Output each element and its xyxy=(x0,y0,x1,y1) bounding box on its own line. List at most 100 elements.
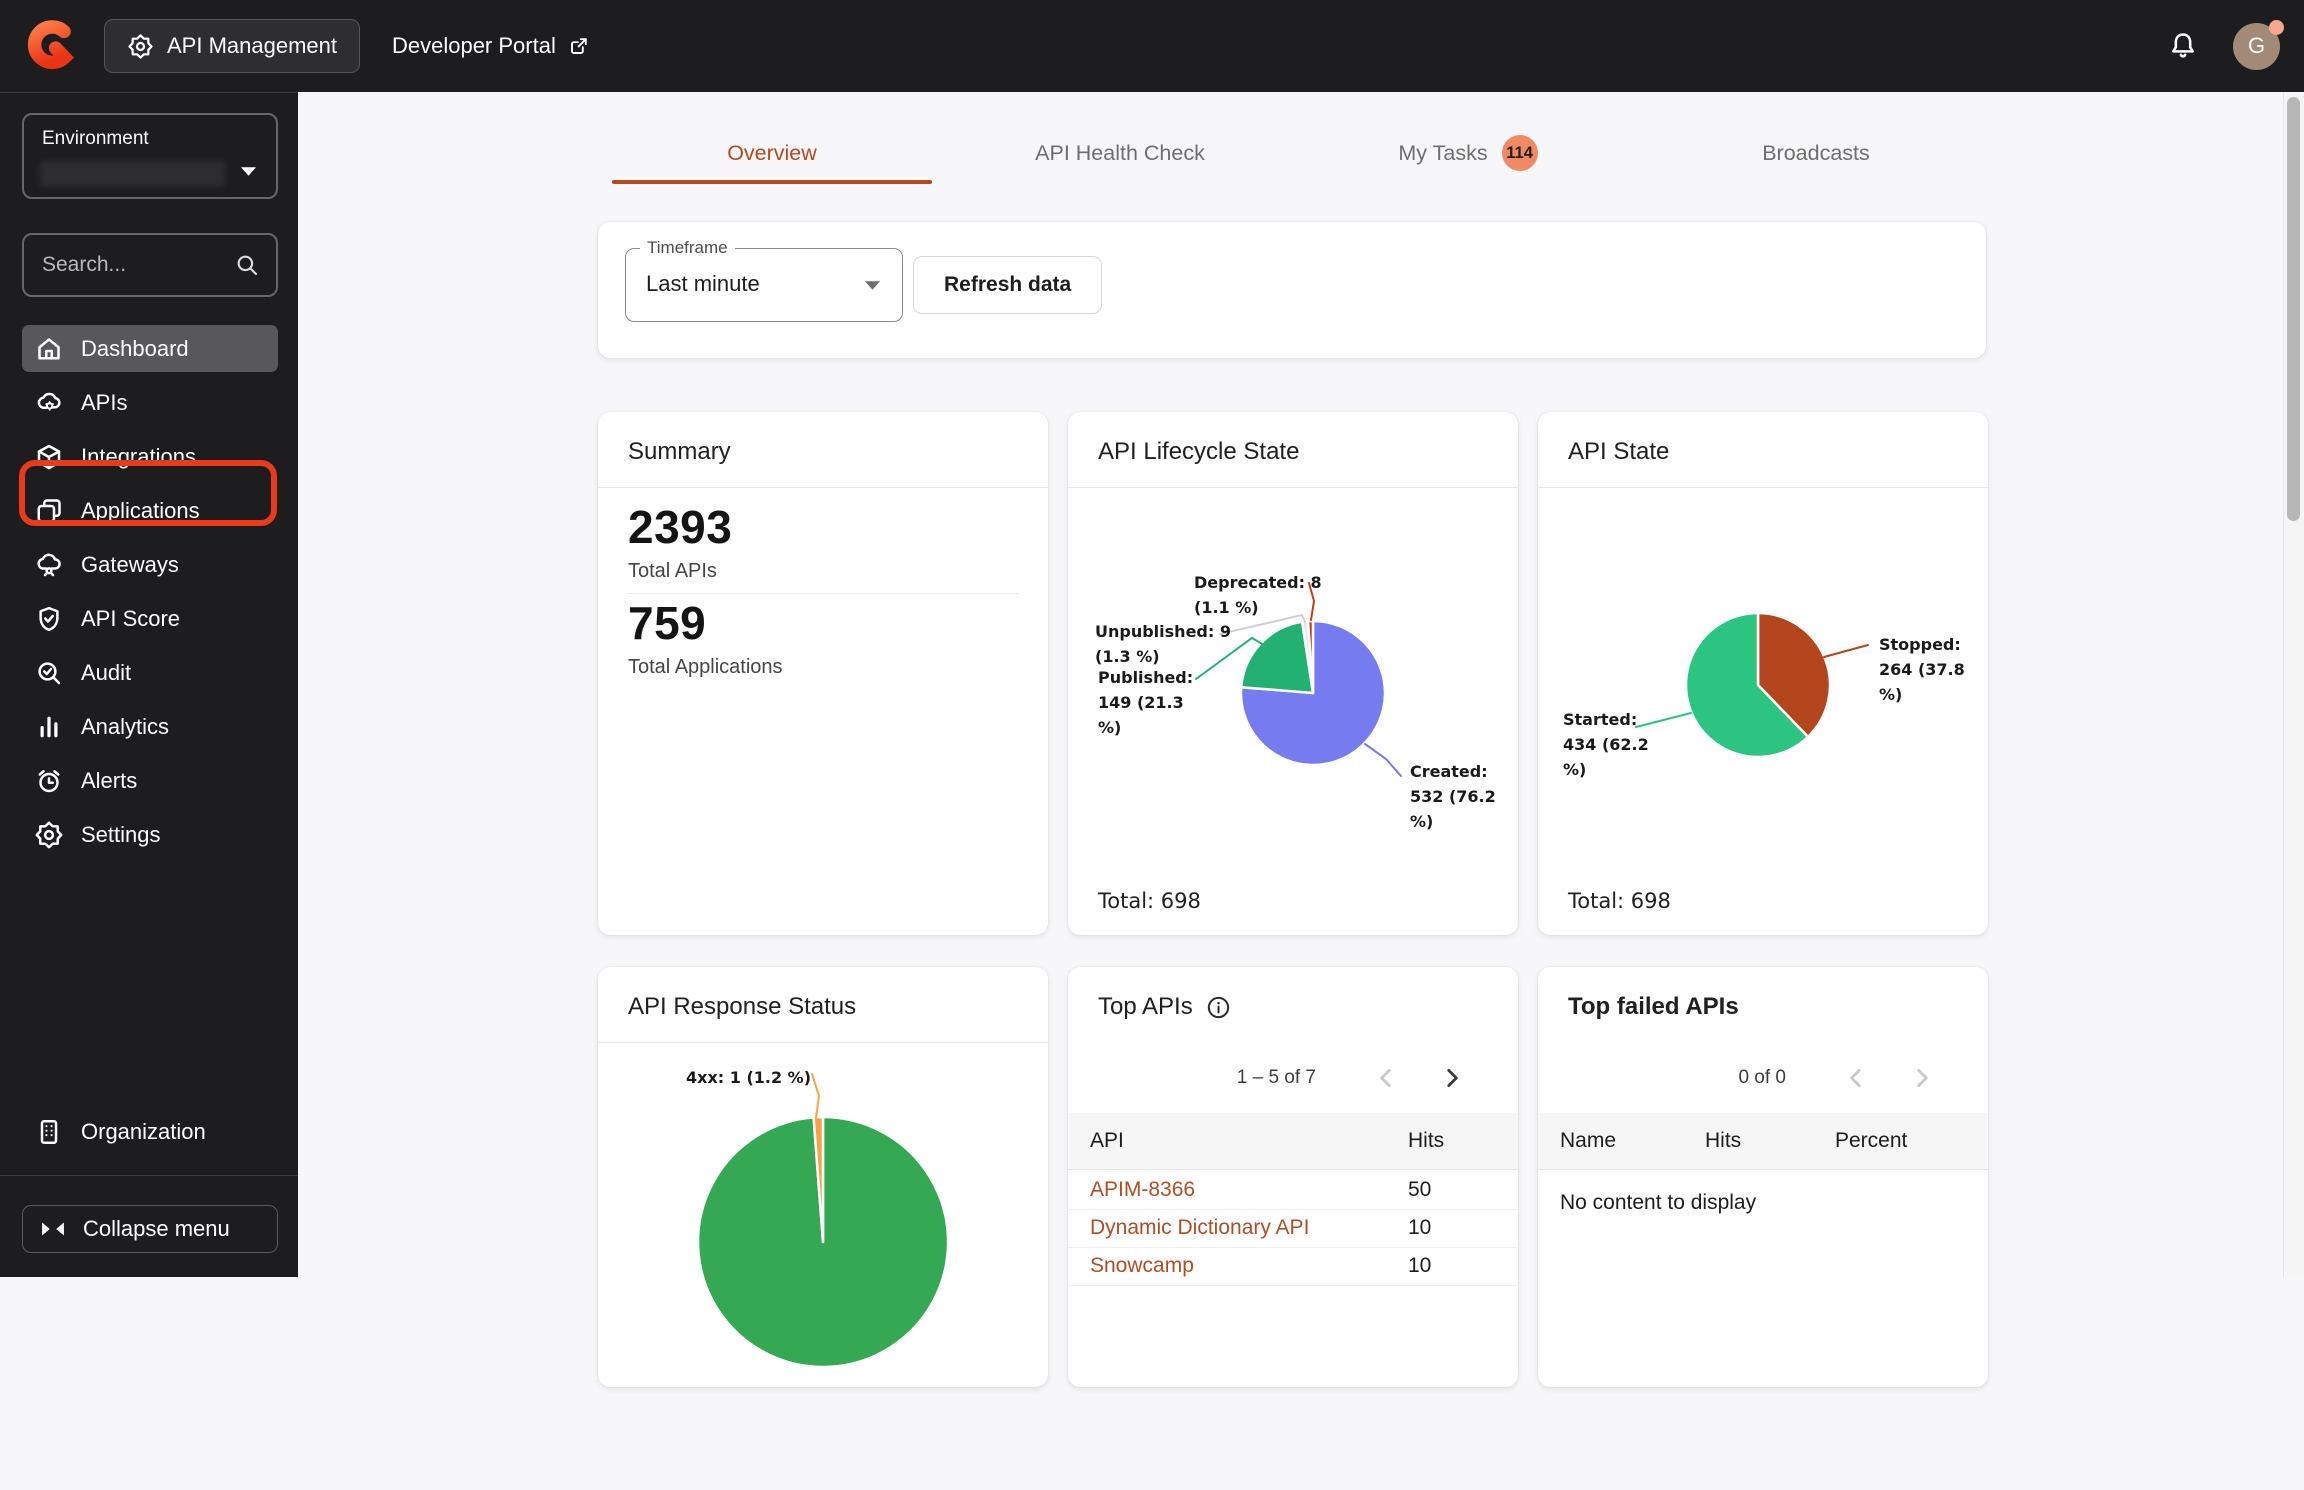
tab-bar: Overview API Health Check My Tasks 114 Broad… xyxy=(598,122,1990,184)
pagination-next-button[interactable] xyxy=(1430,1056,1474,1100)
divider xyxy=(628,593,1018,594)
api-link[interactable]: APIM-8366 xyxy=(1090,1171,1195,1209)
top-apis-paginator: 1 – 5 of 7 xyxy=(1068,1043,1518,1114)
tab-badge: 114 xyxy=(1501,135,1538,171)
api-response-status-card: API Response Status 4xx: 1 (1.2 %) xyxy=(598,967,1048,1387)
total-applications-value: 759 xyxy=(628,597,707,649)
search-check-icon xyxy=(34,658,64,688)
pie-label-unpublished: Unpublished: 9 (1.3 %) xyxy=(1095,622,1231,666)
developer-portal-label: Developer Portal xyxy=(391,33,556,58)
home-icon xyxy=(34,334,64,364)
bar-chart-icon xyxy=(34,712,64,742)
api-state-card: API State Stopped: 264 (37.8 %) Started: … xyxy=(1538,412,1988,935)
pagination-prev-button[interactable] xyxy=(1364,1056,1408,1100)
top-failed-table-header: Name Hits Percent xyxy=(1538,1113,1988,1170)
hits-value: 10 xyxy=(1408,1216,1432,1239)
top-apis-card: Top APIs 1 – 5 of 7 API Hits APIM-8366 5… xyxy=(1068,967,1518,1387)
scrollbar-thumb[interactable] xyxy=(2287,97,2300,521)
response-pie-body: 4xx: 1 (1.2 %) xyxy=(598,1040,1048,1387)
leader-line-created xyxy=(1364,743,1402,777)
divider xyxy=(598,487,1048,488)
collapse-menu-button[interactable]: Collapse menu xyxy=(22,1205,278,1253)
sidebar-item-label: Dashboard xyxy=(81,335,189,361)
sidebar-item-label: API Score xyxy=(81,605,181,631)
sidebar-nav: Dashboard APIs Integrations Applications Gat… xyxy=(22,325,278,865)
top-apis-title: Top APIs xyxy=(1098,993,1193,1020)
total-apis-value: 2393 xyxy=(628,501,733,553)
info-icon[interactable] xyxy=(1205,994,1232,1021)
pie-label-published: Published: 149 (21.3 %) xyxy=(1098,668,1194,737)
pagination-range: 1 – 5 of 7 xyxy=(1236,1067,1316,1088)
sidebar-item-settings[interactable]: Settings xyxy=(22,811,278,858)
tab-overview[interactable]: Overview xyxy=(598,122,946,184)
tab-label: API Health Check xyxy=(1035,140,1205,165)
environment-select[interactable]: Environment xyxy=(22,113,278,199)
refresh-data-button[interactable]: Refresh data xyxy=(913,256,1103,314)
sidebar-item-label: APIs xyxy=(81,389,128,415)
api-link[interactable]: Dynamic Dictionary API xyxy=(1090,1209,1309,1247)
sidebar-item-audit[interactable]: Audit xyxy=(22,649,278,696)
sidebar-item-apis[interactable]: APIs xyxy=(22,379,278,426)
top-failed-paginator: 0 of 0 xyxy=(1538,1043,1988,1114)
state-title: API State xyxy=(1568,438,1670,465)
tab-label: Overview xyxy=(727,140,817,165)
topbar: API Management Developer Portal G xyxy=(0,0,2304,92)
building-icon xyxy=(34,1117,64,1147)
caret-down-icon xyxy=(865,281,880,290)
lifecycle-total: Total: 698 xyxy=(1098,889,1201,913)
developer-portal-link[interactable]: Developer Portal xyxy=(392,33,591,59)
state-total: Total: 698 xyxy=(1568,889,1671,913)
pie-label-started: Started: 434 (62.2 %) xyxy=(1563,710,1649,779)
table-row: APIM-8366 50 xyxy=(1068,1171,1518,1210)
collapse-icon xyxy=(41,1221,65,1237)
pagination-prev-button[interactable] xyxy=(1834,1056,1878,1100)
sidebar-item-label: Gateways xyxy=(81,551,179,577)
api-lifecycle-state-card: API Lifecycle State Created: 532 (76.2 %… xyxy=(1068,412,1518,935)
pie-label-created: Created: 532 (76.2 %) xyxy=(1410,762,1496,831)
sidebar-item-label: Analytics xyxy=(81,713,170,739)
sidebar-search[interactable] xyxy=(22,233,278,297)
sidebar-item-label: Applications xyxy=(81,497,200,523)
gear-badge-icon xyxy=(127,33,154,60)
tab-api-health-check[interactable]: API Health Check xyxy=(946,122,1294,184)
hits-value: 10 xyxy=(1408,1254,1432,1277)
scrollbar-track[interactable] xyxy=(2283,92,2304,1277)
top-failed-apis-card: Top failed APIs 0 of 0 Name Hits Percent… xyxy=(1538,967,1988,1387)
sidebar-item-label: Settings xyxy=(81,821,161,847)
pie-label-deprecated: Deprecated: 8 (1.1 %) xyxy=(1194,573,1322,617)
api-link[interactable]: Snowcamp xyxy=(1090,1247,1194,1285)
tab-broadcasts[interactable]: Broadcasts xyxy=(1642,122,1990,184)
search-input[interactable] xyxy=(40,252,224,278)
pagination-next-button[interactable] xyxy=(1900,1056,1944,1100)
sidebar-item-integrations[interactable]: Integrations xyxy=(22,433,278,480)
tab-my-tasks[interactable]: My Tasks 114 xyxy=(1294,122,1642,184)
topbar-actions: G xyxy=(2167,19,2284,70)
summary-title: Summary xyxy=(628,438,731,465)
api-management-badge[interactable]: API Management xyxy=(104,19,360,73)
state-pie-body: Stopped: 264 (37.8 %) Started: 434 (62.2 … xyxy=(1538,487,1988,935)
sidebar-item-api-score[interactable]: API Score xyxy=(22,595,278,642)
notifications-bell-icon[interactable] xyxy=(2167,30,2199,62)
column-hits: Hits xyxy=(1408,1129,1445,1152)
external-link-icon xyxy=(567,34,591,58)
sidebar-item-gateways[interactable]: Gateways xyxy=(22,541,278,588)
gravitee-logo[interactable] xyxy=(24,19,78,73)
hits-value: 50 xyxy=(1408,1178,1432,1201)
user-avatar[interactable]: G xyxy=(2233,19,2284,70)
empty-message: No content to display xyxy=(1560,1191,1757,1214)
pie-label-4xx: 4xx: 1 (1.2 %) xyxy=(686,1068,812,1087)
sidebar-item-alerts[interactable]: Alerts xyxy=(22,757,278,804)
total-applications-label: Total Applications xyxy=(628,656,783,678)
sidebar-divider xyxy=(0,1175,298,1176)
sidebar-item-dashboard[interactable]: Dashboard xyxy=(22,325,278,372)
top-failed-title: Top failed APIs xyxy=(1568,993,1739,1020)
sidebar-item-applications[interactable]: Applications xyxy=(22,487,278,534)
timeframe-value: Last minute xyxy=(646,271,760,296)
sidebar-item-label: Integrations xyxy=(81,443,196,469)
sidebar-item-analytics[interactable]: Analytics xyxy=(22,703,278,750)
sidebar-item-organization[interactable]: Organization xyxy=(22,1109,278,1155)
timeframe-select[interactable]: Timeframe Last minute xyxy=(625,238,903,322)
alarm-icon xyxy=(34,766,64,796)
response-title: API Response Status xyxy=(628,993,857,1020)
column-hits: Hits xyxy=(1705,1129,1742,1152)
